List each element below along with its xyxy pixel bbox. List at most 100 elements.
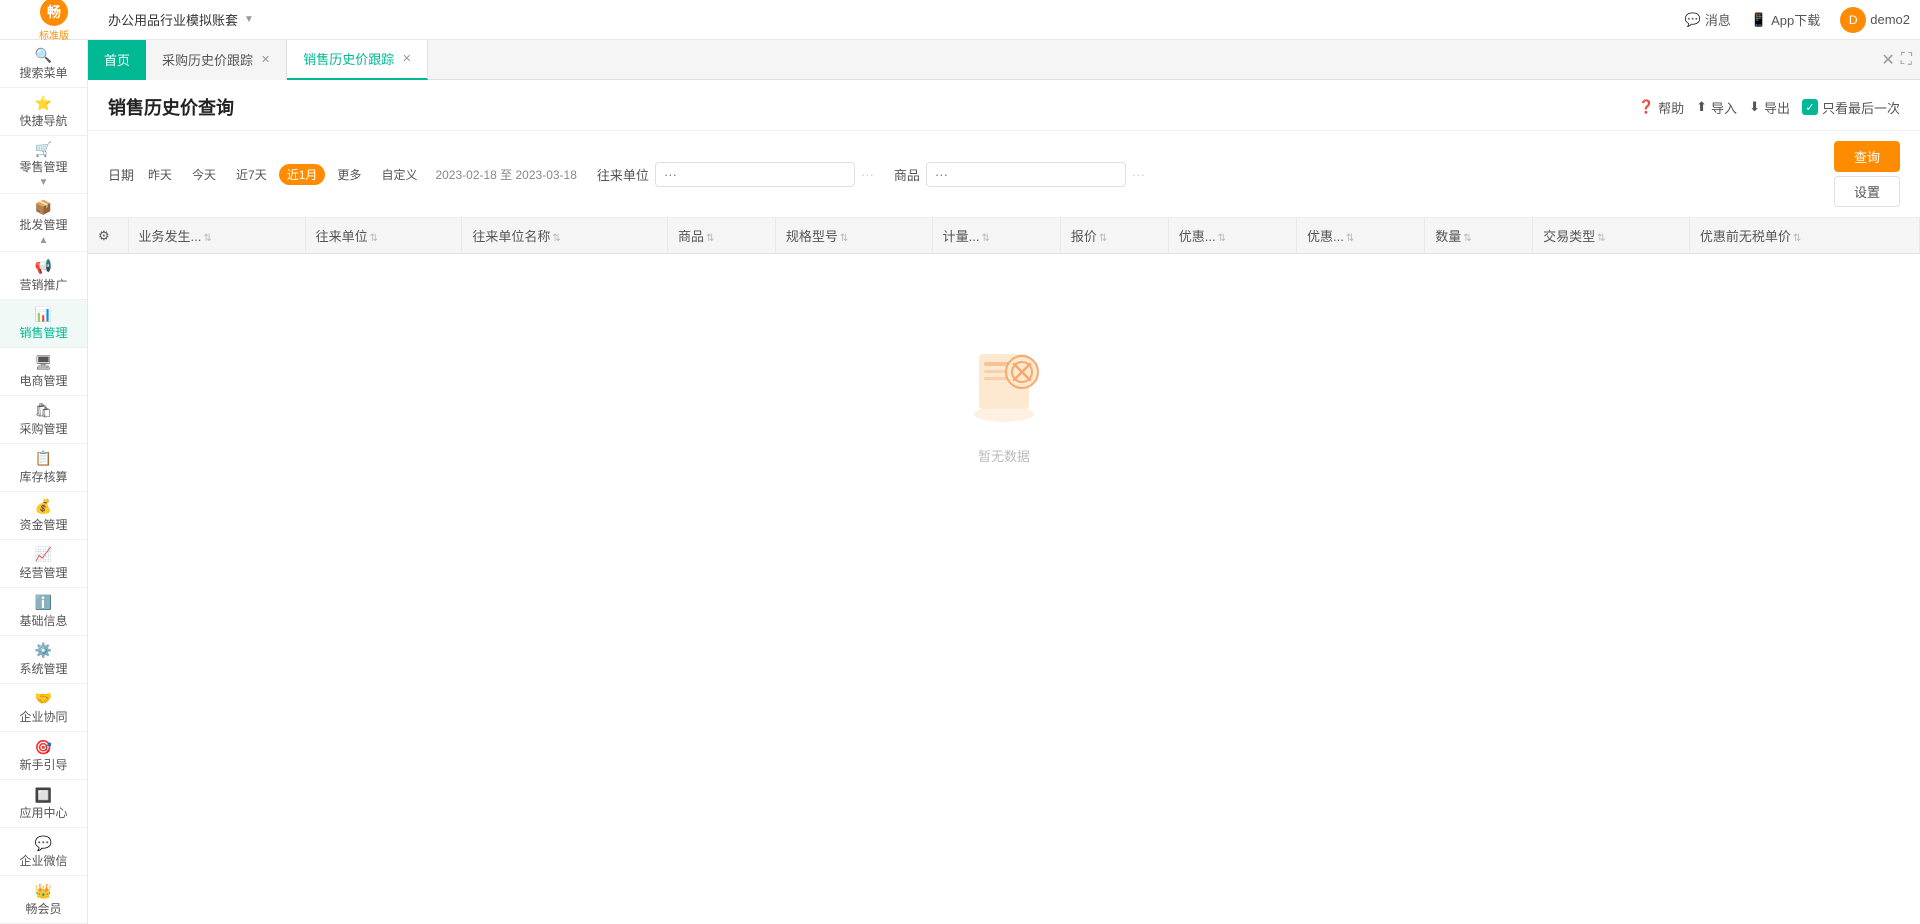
data-table: ⚙ 业务发生...⇅ 往来单位⇅ 往来单位名称⇅ <box>88 218 1920 254</box>
sidebar-item-apps[interactable]: 🔲 应用中心 <box>0 780 87 828</box>
settings-button[interactable]: 设置 <box>1834 176 1900 207</box>
app-selector[interactable]: 办公用品行业模拟账套 ▼ <box>108 10 1685 29</box>
wechat-icon: 💬 <box>35 834 52 852</box>
sidebar-item-system[interactable]: ⚙️ 系统管理 <box>0 636 87 684</box>
search-icon: 🔍 <box>35 46 52 64</box>
empty-icon <box>954 334 1054 434</box>
close-sales-tab-icon[interactable]: ✕ <box>402 52 411 65</box>
table-header: ⚙ 业务发生...⇅ 往来单位⇅ 往来单位名称⇅ <box>88 218 1920 254</box>
message-button[interactable]: 💬 消息 <box>1685 10 1731 29</box>
sidebar-item-label: 批发管理 <box>19 218 67 234</box>
date-option-custom[interactable]: 自定义 <box>373 164 425 185</box>
inventory-icon: 📋 <box>35 449 52 467</box>
date-option-more[interactable]: 更多 <box>329 164 369 185</box>
empty-state: 暂无数据 <box>88 254 1920 545</box>
sidebar: 🔍 搜索菜单 ⭐ 快捷导航 🛒 零售管理 ▼ 📦 批发管理 ▲ 📢 营销推广 📊… <box>0 40 88 924</box>
sidebar-item-marketing[interactable]: 📢 营销推广 <box>0 252 87 300</box>
sidebar-item-basics[interactable]: ℹ️ 基础信息 <box>0 588 87 636</box>
search-button[interactable]: 查询 <box>1834 141 1900 172</box>
column-partner-code[interactable]: 往来单位⇅ <box>305 218 462 254</box>
sidebar-item-label: 销售管理 <box>19 326 67 342</box>
wholesale-icon: 📦 <box>35 198 52 216</box>
column-price-notax[interactable]: 优惠前无税单价⇅ <box>1689 218 1919 254</box>
sidebar-item-shortcuts[interactable]: ⭐ 快捷导航 <box>0 88 87 136</box>
column-discount1[interactable]: 优惠...⇅ <box>1168 218 1296 254</box>
sales-icon: 📊 <box>35 305 52 323</box>
only-last-checkbox[interactable]: ✓ 只看最后一次 <box>1802 98 1900 117</box>
sort-icon: ⇅ <box>370 233 378 244</box>
sidebar-item-label: 电商管理 <box>19 374 67 390</box>
sidebar-item-guide[interactable]: 🎯 新手引导 <box>0 732 87 780</box>
column-partner-name[interactable]: 往来单位名称⇅ <box>462 218 668 254</box>
sidebar-item-retail[interactable]: 🛒 零售管理 ▼ <box>0 136 87 194</box>
empty-text: 暂无数据 <box>978 446 1030 465</box>
sidebar-item-operations[interactable]: 📈 经营管理 <box>0 540 87 588</box>
sidebar-item-wechat[interactable]: 💬 企业微信 <box>0 828 87 876</box>
table-container: ⚙ 业务发生...⇅ 往来单位⇅ 往来单位名称⇅ <box>88 218 1920 924</box>
column-trade-type[interactable]: 交易类型⇅ <box>1533 218 1690 254</box>
column-business-date[interactable]: 业务发生...⇅ <box>128 218 305 254</box>
close-purchase-tab-icon[interactable]: ✕ <box>261 53 270 66</box>
tab-home[interactable]: 首页 <box>88 40 146 80</box>
sidebar-item-label: 企业协同 <box>19 710 67 726</box>
column-quote-price[interactable]: 报价⇅ <box>1060 218 1168 254</box>
column-gear[interactable]: ⚙ <box>88 218 128 254</box>
date-option-1month[interactable]: 近1月 <box>279 164 326 185</box>
logo-icon: 畅 <box>40 0 68 26</box>
export-icon: ⬇ <box>1749 99 1760 115</box>
export-button[interactable]: ⬇ 导出 <box>1749 98 1790 117</box>
app-download-button[interactable]: 📱 App下载 <box>1751 10 1820 29</box>
close-tab-button[interactable]: ✕ <box>1881 50 1894 70</box>
page-title: 销售历史价查询 <box>108 94 234 120</box>
partner-filter-group: 往来单位 ··· <box>597 162 874 187</box>
partner-input[interactable] <box>655 162 855 187</box>
enterprise-icon: 🤝 <box>35 689 52 707</box>
sidebar-item-member[interactable]: 👑 畅会员 <box>0 876 87 924</box>
column-goods[interactable]: 商品⇅ <box>667 218 775 254</box>
import-button[interactable]: ⬆ 导入 <box>1696 98 1737 117</box>
gear-icon: ⚙ <box>98 228 110 243</box>
column-unit[interactable]: 计量...⇅ <box>932 218 1060 254</box>
avatar: D <box>1840 7 1866 33</box>
date-label: 日期 <box>108 165 134 184</box>
sidebar-item-wholesale[interactable]: 📦 批发管理 ▲ <box>0 194 87 252</box>
marketing-icon: 📢 <box>35 257 52 275</box>
table-header-row: ⚙ 业务发生...⇅ 往来单位⇅ 往来单位名称⇅ <box>88 218 1920 254</box>
date-option-yesterday[interactable]: 昨天 <box>140 164 180 185</box>
sidebar-item-inventory[interactable]: 📋 库存核算 <box>0 444 87 492</box>
help-button[interactable]: ❓ 帮助 <box>1638 98 1684 117</box>
column-spec[interactable]: 规格型号⇅ <box>775 218 932 254</box>
column-quantity[interactable]: 数量⇅ <box>1425 218 1533 254</box>
checkbox-checked-icon: ✓ <box>1802 99 1818 115</box>
sidebar-item-sales[interactable]: 📊 销售管理 <box>0 300 87 348</box>
sidebar-item-ecommerce[interactable]: 🖥 电商管理 <box>0 348 87 396</box>
system-icon: ⚙️ <box>35 641 52 659</box>
sidebar-item-label: 资金管理 <box>19 518 67 534</box>
top-right: 💬 消息 📱 App下载 D demo2 <box>1685 7 1910 33</box>
date-option-7days[interactable]: 近7天 <box>228 164 275 185</box>
maximize-button[interactable]: ⛶ <box>1901 51 1912 69</box>
sidebar-item-search[interactable]: 🔍 搜索菜单 <box>0 40 87 88</box>
sidebar-item-label: 基础信息 <box>19 614 67 630</box>
sort-icon: ⇅ <box>1597 233 1605 244</box>
retail-icon: 🛒 <box>35 140 52 158</box>
column-discount2[interactable]: 优惠...⇅ <box>1296 218 1424 254</box>
sidebar-item-purchase[interactable]: 🛍 采购管理 <box>0 396 87 444</box>
user-menu[interactable]: D demo2 <box>1840 7 1910 33</box>
sidebar-item-enterprise[interactable]: 🤝 企业协同 <box>0 684 87 732</box>
filter-bar: 日期 昨天 今天 近7天 近1月 更多 自定义 2023-02-18 至 202… <box>88 131 1920 218</box>
sidebar-item-label: 应用中心 <box>19 806 67 822</box>
goods-input[interactable] <box>926 162 1126 187</box>
date-option-today[interactable]: 今天 <box>184 164 224 185</box>
tab-purchase-history[interactable]: 采购历史价跟踪 ✕ <box>146 40 287 80</box>
dropdown-arrow-icon: ▼ <box>244 14 254 25</box>
sort-icon: ⇅ <box>552 233 560 244</box>
date-range-text: 2023-02-18 至 2023-03-18 <box>435 166 576 183</box>
purchase-history-label: 采购历史价跟踪 <box>162 50 253 69</box>
purchase-icon: 🛍 <box>35 401 53 419</box>
sidebar-item-finance[interactable]: 💰 资金管理 <box>0 492 87 540</box>
goods-picker-icon[interactable]: ··· <box>1132 167 1145 182</box>
page-header: 销售历史价查询 ❓ 帮助 ⬆ 导入 ⬇ 导出 ✓ <box>88 80 1920 131</box>
tab-sales-history[interactable]: 销售历史价跟踪 ✕ <box>287 40 428 80</box>
partner-picker-icon[interactable]: ··· <box>861 167 874 182</box>
